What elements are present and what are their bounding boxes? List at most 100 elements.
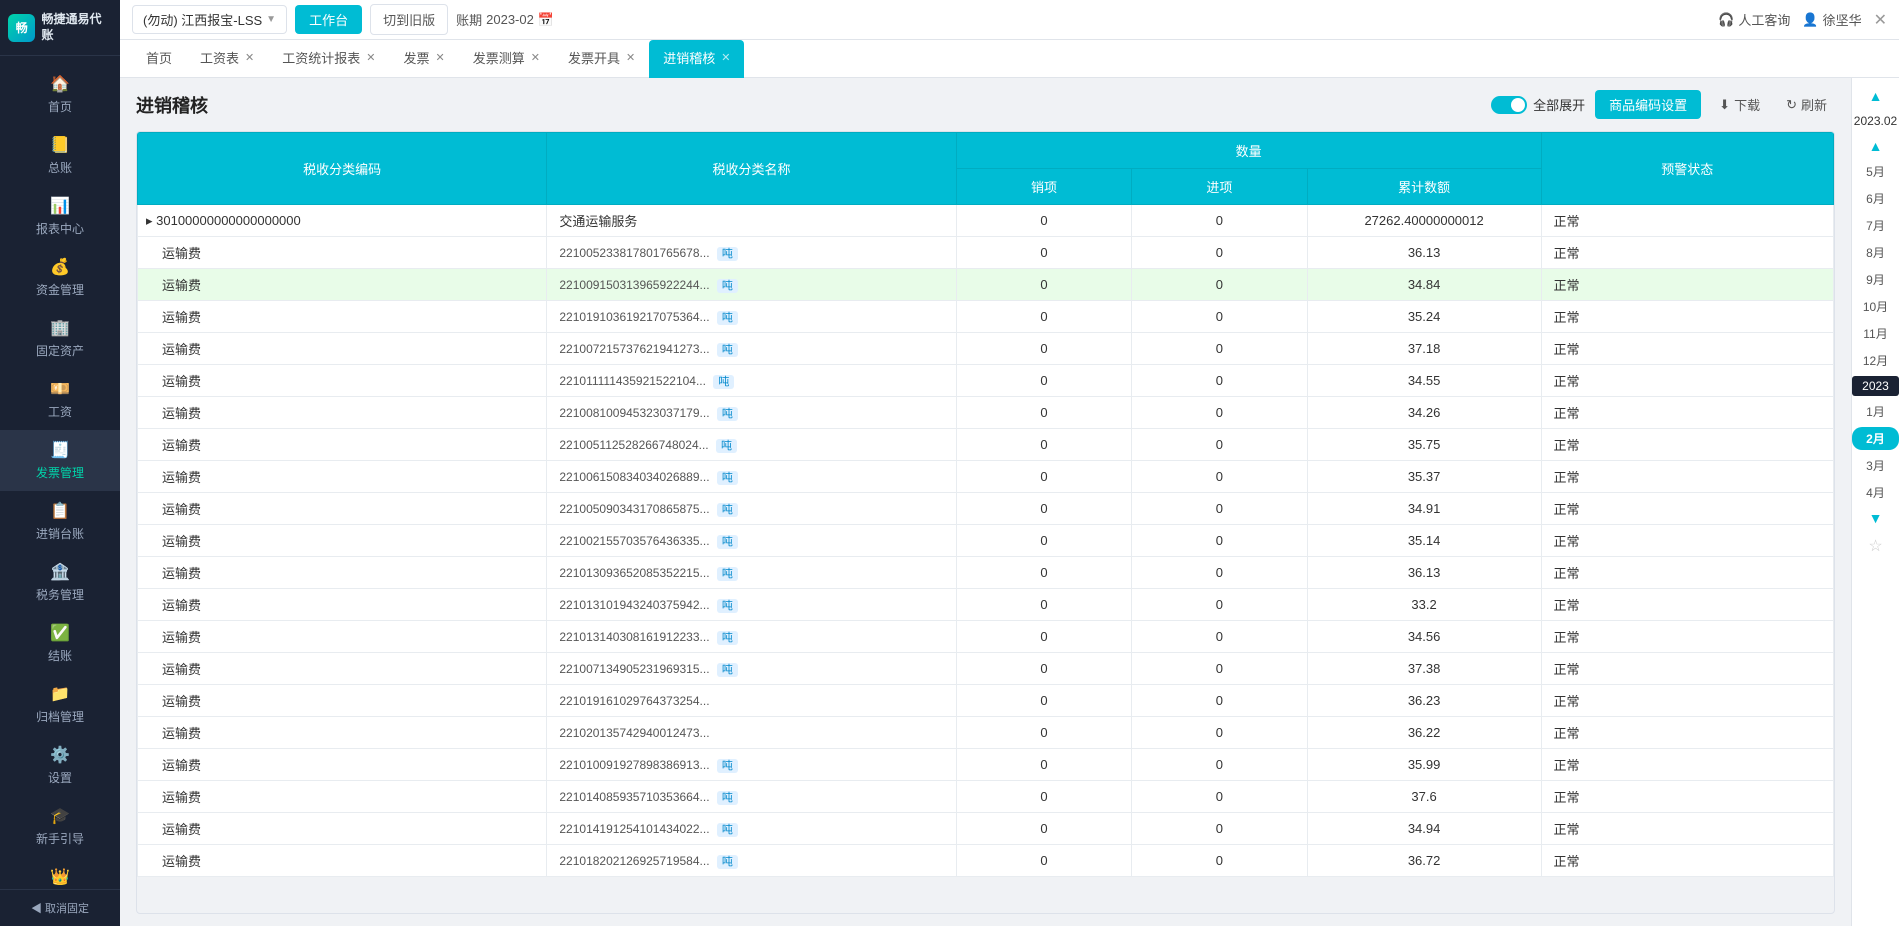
table-cell-total: 34.91 [1307,493,1541,525]
table-row: 运输费 [138,429,547,461]
tab-salary-report[interactable]: 工资统计报表 ✕ [268,40,389,78]
sidebar-item-ledger[interactable]: 📒 总账 [0,125,120,186]
star-icon[interactable]: ☆ [1868,532,1882,560]
table-row: 运输费 [138,493,547,525]
table-cell-purchase: 0 [1132,301,1307,333]
table-cell-sale: 0 [956,429,1131,461]
year-2023-badge[interactable]: 2023 [1852,376,1899,396]
topbar: (勿动) 江西报宝-LSS ▼ 工作台 切到旧版 账期 2023-02 📅 🎧 … [120,0,1899,40]
scroll-up-arrow[interactable]: ▲ [1869,86,1883,106]
month-2-active[interactable]: 2月 [1852,427,1899,450]
sidebar-item-assets[interactable]: 🏢 固定资产 [0,308,120,369]
month-1[interactable]: 1月 [1852,400,1899,423]
user-menu[interactable]: 👤 徐坚华 [1802,10,1861,29]
table-cell-status: 正常 [1541,845,1833,877]
table-cell-tax-detail: 221005090343170865875... 吨 [547,493,956,525]
month-5[interactable]: 5月 [1852,160,1899,183]
back-button[interactable]: 切到旧版 [370,4,448,35]
tab-reconcile[interactable]: 进销稽核 ✕ [649,40,744,78]
sidebar-item-vip[interactable]: 👑 畅会员 [0,857,120,889]
download-label: 下载 [1734,95,1760,114]
ledger-icon: 📒 [50,135,70,155]
table-cell-purchase: 0 [1132,365,1307,397]
sidebar-item-purchase[interactable]: 📋 进销台账 [0,491,120,552]
table-row: 运输费 [138,461,547,493]
table-row: 运输费 [138,397,547,429]
tab-salary-table[interactable]: 工资表 ✕ [186,40,268,78]
sidebar-item-newguide[interactable]: 🎓 新手引导 [0,796,120,857]
table-row: 运输费 [138,269,547,301]
sidebar-item-salary[interactable]: 💴 工资 [0,369,120,430]
page-title: 进销稽核 [136,92,208,118]
sidebar-item-tax[interactable]: 🏦 税务管理 [0,552,120,613]
sidebar-unpin[interactable]: ◀ 取消固定 [0,889,120,926]
month-10[interactable]: 10月 [1852,295,1899,318]
sidebar-item-settle[interactable]: ✅ 结账 [0,613,120,674]
scroll-up-icon[interactable]: ▲ [1869,136,1883,156]
tab-invoice-calc-label: 发票测算 [473,48,525,67]
month-12[interactable]: 12月 [1852,349,1899,372]
sidebar-item-home[interactable]: 🏠 首页 [0,64,120,125]
reports-icon: 📊 [50,196,70,216]
tab-salary-report-label: 工资统计报表 [282,48,360,67]
topbar-right: 🎧 人工客询 👤 徐坚华 ✕ [1718,10,1887,30]
table-cell-total: 36.22 [1307,717,1541,749]
month-3[interactable]: 3月 [1852,454,1899,477]
table-cell-sale: 0 [956,269,1131,301]
table-cell-total: 37.6 [1307,781,1541,813]
tab-close-icon[interactable]: ✕ [436,51,445,64]
table-cell-tax-detail: 221002155703576436335... 吨 [547,525,956,557]
sidebar-item-reports[interactable]: 📊 报表中心 [0,186,120,247]
month-6[interactable]: 6月 [1852,187,1899,210]
toggle-switch[interactable] [1491,96,1527,114]
table-cell-tax-detail: 221006150834034026889... 吨 [547,461,956,493]
th-purchase: 进项 [1132,169,1307,205]
month-11[interactable]: 11月 [1852,322,1899,345]
product-code-setting-button[interactable]: 商品编码设置 [1595,90,1701,119]
table-cell-total: 35.75 [1307,429,1541,461]
table-cell-tax-detail: 221007215737621941273... 吨 [547,333,956,365]
tab-salary-table-label: 工资表 [200,48,239,67]
tab-close-icon[interactable]: ✕ [245,51,254,64]
table-cell-status: 正常 [1541,589,1833,621]
th-tax-name: 税收分类名称 [547,133,956,205]
table-cell-total: 36.23 [1307,685,1541,717]
sidebar-item-archive[interactable]: 📁 归档管理 [0,674,120,735]
table-cell-total: 36.13 [1307,237,1541,269]
company-selector[interactable]: (勿动) 江西报宝-LSS ▼ [132,5,287,34]
calendar-icon[interactable]: 📅 [538,12,554,28]
tab-invoice[interactable]: 发票 ✕ [389,40,458,78]
company-name: (勿动) 江西报宝-LSS [143,10,262,29]
tab-invoice-open[interactable]: 发票开具 ✕ [554,40,649,78]
sidebar: 畅 畅捷通易代账 🏠 首页 📒 总账 📊 报表中心 💰 资金管理 🏢 固定资产 … [0,0,120,926]
month-7[interactable]: 7月 [1852,214,1899,237]
customer-service[interactable]: 🎧 人工客询 [1718,10,1790,29]
expand-toggle[interactable]: 全部展开 [1491,95,1585,114]
month-4[interactable]: 4月 [1852,481,1899,504]
table-cell-status: 正常 [1541,205,1833,237]
sidebar-item-invoice[interactable]: 🧾 发票管理 [0,430,120,491]
tab-home[interactable]: 首页 [132,40,186,78]
workspace-button[interactable]: 工作台 [295,5,362,34]
refresh-button[interactable]: ↻ 刷新 [1778,90,1835,119]
expand-label: 全部展开 [1533,95,1585,114]
sidebar-item-label: 固定资产 [36,342,84,359]
close-icon[interactable]: ✕ [1874,10,1887,30]
tab-close-icon[interactable]: ✕ [366,51,375,64]
table-row: 运输费 [138,813,547,845]
tab-close-icon[interactable]: ✕ [626,51,635,64]
scroll-down-icon[interactable]: ▼ [1869,508,1883,528]
sidebar-item-settings[interactable]: ⚙️ 设置 [0,735,120,796]
month-8[interactable]: 8月 [1852,241,1899,264]
tab-close-active-icon[interactable]: ✕ [721,51,730,64]
month-9[interactable]: 9月 [1852,268,1899,291]
th-total: 累计数额 [1307,169,1541,205]
sidebar-item-capital[interactable]: 💰 资金管理 [0,247,120,308]
tab-invoice-calc[interactable]: 发票测算 ✕ [459,40,554,78]
table-row: 运输费 [138,845,547,877]
table-cell-purchase: 0 [1132,589,1307,621]
download-button[interactable]: ⬇ 下载 [1711,90,1768,119]
tab-close-icon[interactable]: ✕ [531,51,540,64]
sidebar-item-label: 结账 [48,647,72,664]
newguide-icon: 🎓 [50,806,70,826]
